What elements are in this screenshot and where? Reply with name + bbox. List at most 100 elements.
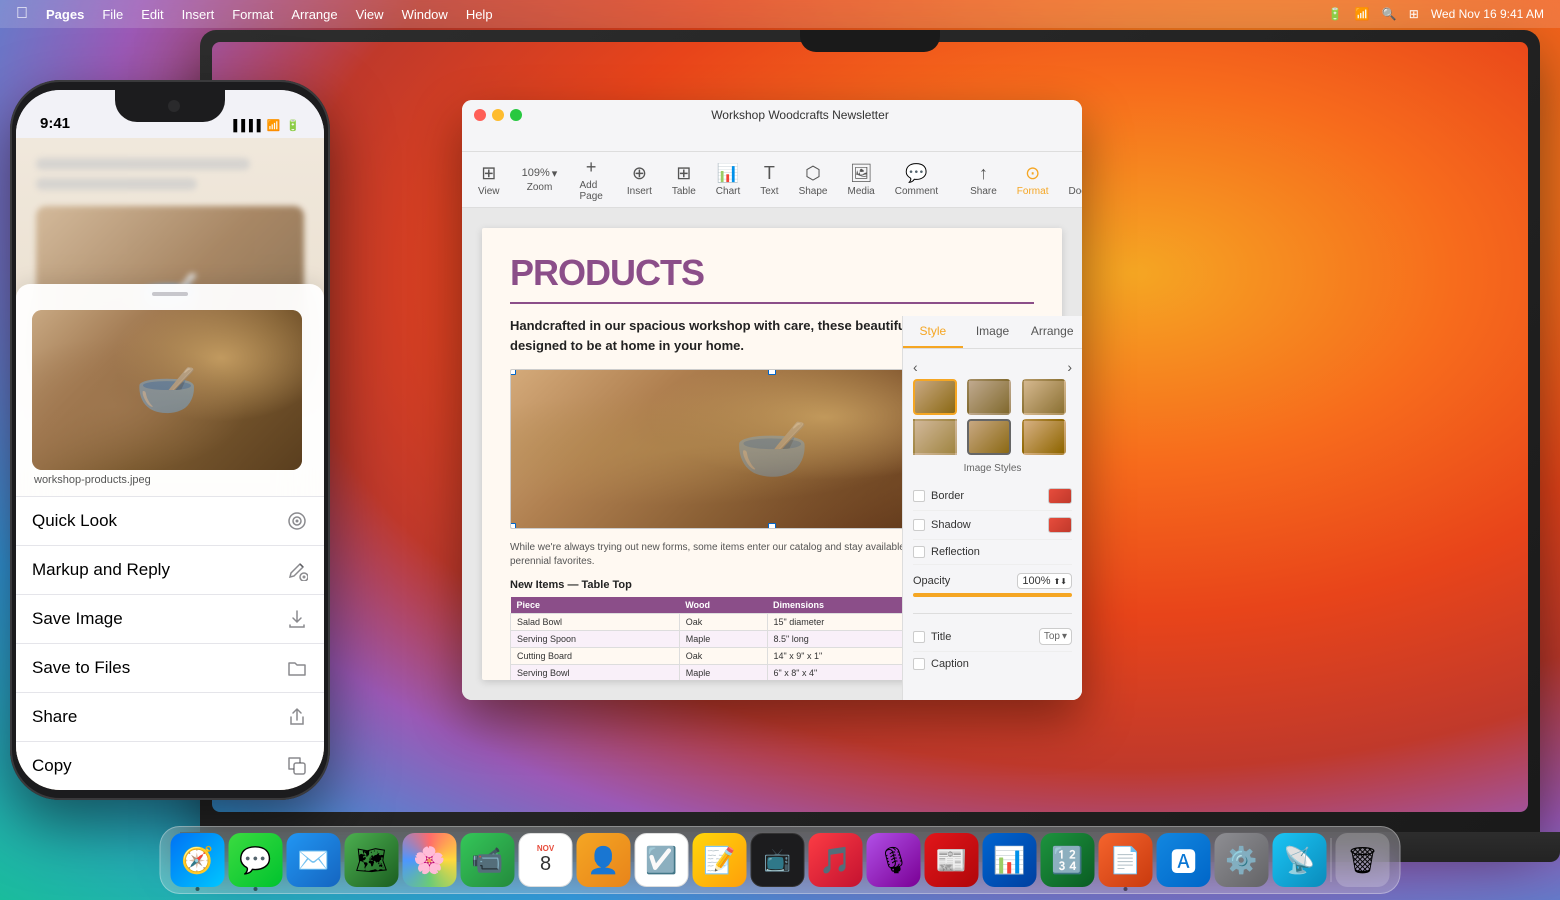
view-icon: ⊞ xyxy=(481,163,496,184)
close-button[interactable] xyxy=(474,109,486,121)
menu-file[interactable]: File xyxy=(102,7,123,22)
dock-item-safari[interactable]: 🧭 xyxy=(171,833,225,887)
text-icon: T xyxy=(764,163,775,184)
image-style-6[interactable] xyxy=(1022,419,1066,455)
dock-item-contacts[interactable]: 👤 xyxy=(577,833,631,887)
dock-item-trash[interactable]: 🗑 xyxy=(1336,833,1390,887)
fullscreen-button[interactable] xyxy=(510,109,522,121)
menu-item-copy[interactable]: Copy xyxy=(16,742,324,790)
apple-menu[interactable]:  xyxy=(16,5,28,23)
dock-item-reminders[interactable]: ☑️ xyxy=(635,833,689,887)
keynote-icon: 📊 xyxy=(993,845,1025,876)
copy-icon xyxy=(286,755,308,777)
menu-item-markup[interactable]: Markup and Reply xyxy=(16,546,324,595)
image-style-2[interactable] xyxy=(967,379,1011,415)
toolbar-comment[interactable]: 💬 Comment xyxy=(887,159,946,201)
toolbar-text[interactable]: T Text xyxy=(752,159,786,201)
dock-item-appstore[interactable]: 🅰 xyxy=(1157,833,1211,887)
contacts-icon: 👤 xyxy=(587,845,619,876)
format-sidebar: Style Image Arrange ‹ › xyxy=(902,316,1082,700)
menu-edit[interactable]: Edit xyxy=(141,7,163,22)
tab-arrange[interactable]: Arrange xyxy=(1022,316,1082,348)
menu-arrange[interactable]: Arrange xyxy=(291,7,337,22)
tab-image[interactable]: Image xyxy=(963,316,1023,348)
shadow-checkbox[interactable] xyxy=(913,519,925,531)
menu-item-share[interactable]: Share xyxy=(16,693,324,742)
toolbar-zoom[interactable]: 109% ▾ Zoom xyxy=(512,163,568,197)
toolbar-chart[interactable]: 📊 Chart xyxy=(708,159,748,201)
menu-view[interactable]: View xyxy=(356,7,384,22)
dock-item-pages[interactable]: 📄 xyxy=(1099,833,1153,887)
menu-insert[interactable]: Insert xyxy=(182,7,215,22)
toolbar-share[interactable]: ↑ Share xyxy=(962,159,1005,201)
mail-icon: ✉️ xyxy=(297,845,329,876)
col-piece: Piece xyxy=(511,597,680,614)
shadow-row: Shadow xyxy=(913,511,1072,540)
prev-styles[interactable]: ‹ xyxy=(913,359,918,375)
border-color[interactable] xyxy=(1048,488,1072,504)
dock-item-podcasts[interactable]: 🎙 xyxy=(867,833,921,887)
menu-help[interactable]: Help xyxy=(466,7,493,22)
opacity-value[interactable]: 100% ⬆⬇ xyxy=(1017,573,1072,589)
toolbar-format[interactable]: ⊙ Format xyxy=(1009,159,1057,201)
menu-window[interactable]: Window xyxy=(402,7,448,22)
dock-item-keynote[interactable]: 📊 xyxy=(983,833,1037,887)
dock-item-settings[interactable]: ⚙️ xyxy=(1215,833,1269,887)
image-styles-grid xyxy=(913,379,1072,455)
insert-label: Insert xyxy=(627,186,652,197)
image-style-5[interactable] xyxy=(967,419,1011,455)
dock-item-photos[interactable]: 🌸 xyxy=(403,833,457,887)
image-style-4[interactable] xyxy=(913,419,957,455)
dock-item-notes[interactable]: 📝 xyxy=(693,833,747,887)
shadow-color[interactable] xyxy=(1048,517,1072,533)
menu-item-saveimage[interactable]: Save Image xyxy=(16,595,324,644)
minimize-button[interactable] xyxy=(492,109,504,121)
dock-item-music[interactable]: 🎵 xyxy=(809,833,863,887)
border-checkbox[interactable] xyxy=(913,490,925,502)
opacity-label: Opacity xyxy=(913,575,950,587)
title-position-select[interactable]: Top ▾ xyxy=(1039,628,1072,645)
dock-item-messages[interactable]: 💬 xyxy=(229,833,283,887)
savetofiles-label: Save to Files xyxy=(32,658,130,678)
selection-handle-tc[interactable] xyxy=(768,369,776,375)
control-center-icon[interactable]: ⊞ xyxy=(1409,7,1419,21)
window-title: Workshop Woodcrafts Newsletter xyxy=(530,108,1070,122)
dock-item-news[interactable]: 📰 xyxy=(925,833,979,887)
toolbar-document[interactable]: 📄 Document xyxy=(1060,159,1082,201)
dock-item-airdrop[interactable]: 📡 xyxy=(1273,833,1327,887)
messages-dot xyxy=(254,887,258,891)
tab-style[interactable]: Style xyxy=(903,316,963,348)
caption-checkbox[interactable] xyxy=(913,658,925,670)
toolbar-shape[interactable]: ⬡ Shape xyxy=(791,159,836,201)
search-icon[interactable]: 🔍 xyxy=(1382,7,1397,21)
dock-item-maps[interactable]: 🗺 xyxy=(345,833,399,887)
reflection-checkbox[interactable] xyxy=(913,546,925,558)
menu-format[interactable]: Format xyxy=(232,7,273,22)
toolbar-table[interactable]: ⊞ Table xyxy=(664,159,704,201)
selection-handle-bl[interactable] xyxy=(510,523,516,529)
table-cell: Serving Spoon xyxy=(511,631,680,648)
toolbar-view[interactable]: ⊞ View xyxy=(470,159,508,201)
dock-item-mail[interactable]: ✉️ xyxy=(287,833,341,887)
border-control: Border xyxy=(913,490,964,502)
selection-handle-bc[interactable] xyxy=(768,523,776,529)
opacity-slider[interactable] xyxy=(913,593,1072,597)
next-styles[interactable]: › xyxy=(1067,359,1072,375)
image-style-3[interactable] xyxy=(1022,379,1066,415)
toolbar-insert[interactable]: ⊕ Insert xyxy=(619,159,660,201)
table-cell: Maple xyxy=(679,665,767,681)
menubar-right: 🔋 📶 🔍 ⊞ Wed Nov 16 9:41 AM xyxy=(1328,7,1544,21)
title-checkbox[interactable] xyxy=(913,631,925,643)
dock-item-numbers[interactable]: 🔢 xyxy=(1041,833,1095,887)
dock-item-appletv[interactable]: 📺 xyxy=(751,833,805,887)
toolbar-media[interactable]: 🖼 Media xyxy=(840,159,883,201)
image-style-1[interactable] xyxy=(913,379,957,415)
selection-handle-tl[interactable] xyxy=(510,369,516,375)
toolbar-add-page[interactable]: + Add Page xyxy=(572,153,611,206)
dock-item-calendar[interactable]: NOV 8 xyxy=(519,833,573,887)
app-name[interactable]: Pages xyxy=(46,7,84,22)
menu-item-quicklook[interactable]: Quick Look xyxy=(16,497,324,546)
pages-toolbar: ⊞ View 109% ▾ Zoom + Add Page ⊕ xyxy=(462,152,1082,208)
dock-item-facetime[interactable]: 📹 xyxy=(461,833,515,887)
menu-item-savetofiles[interactable]: Save to Files xyxy=(16,644,324,693)
